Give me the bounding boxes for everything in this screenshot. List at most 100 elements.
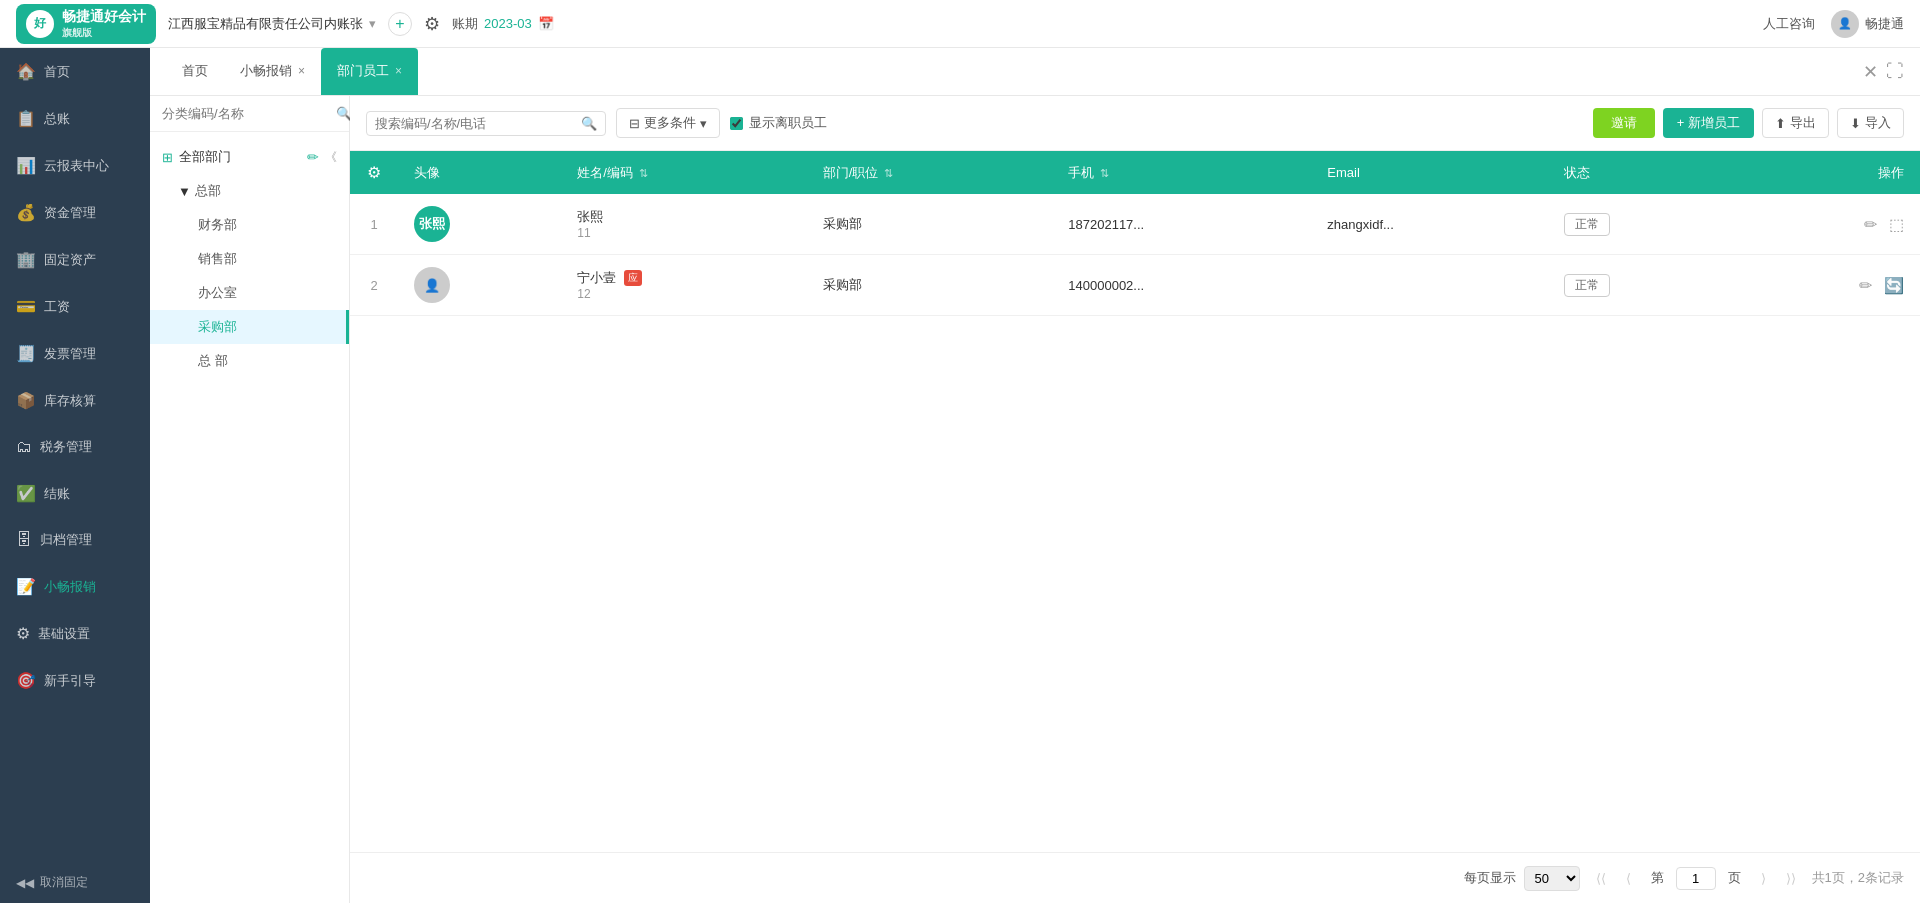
first-page-button[interactable]: ⟨⟨ — [1588, 867, 1614, 890]
delete-icon-2[interactable]: 🔄 — [1884, 276, 1904, 295]
show-resigned-checkbox-label[interactable]: 显示离职员工 — [730, 114, 827, 132]
page-input[interactable] — [1676, 867, 1716, 890]
status-badge-2: 正常 — [1564, 274, 1610, 297]
box-icon: 📦 — [16, 391, 36, 410]
status-badge-1: 正常 — [1564, 213, 1610, 236]
add-company-button[interactable]: + — [388, 12, 412, 36]
dept-collapse-icon[interactable]: 《 — [325, 149, 337, 166]
tab-home[interactable]: 首页 — [166, 48, 224, 95]
sidebar-item-xiaoexpense[interactable]: 📝 小畅报销 — [0, 563, 150, 610]
import-button[interactable]: ⬇ 导入 — [1837, 108, 1904, 138]
edit-icon-1[interactable]: ✏ — [1864, 215, 1877, 234]
th-phone[interactable]: 手机 ⇅ — [1052, 151, 1311, 194]
settings-icon[interactable]: ⚙ — [424, 13, 440, 35]
employee-search-input[interactable] — [375, 116, 575, 131]
content-area: 首页 小畅报销 × 部门员工 × ✕ ⛶ 🔍 — [150, 48, 1920, 903]
last-page-button[interactable]: ⟩⟩ — [1778, 867, 1804, 890]
logout-icon-1[interactable]: ⬚ — [1889, 215, 1904, 234]
expand-icon[interactable]: ⛶ — [1886, 61, 1904, 82]
avatar-1: 张熙 — [414, 206, 450, 242]
invoice-icon: 🧾 — [16, 344, 36, 363]
pin-icon: ◀◀ — [16, 876, 34, 890]
row-num-1: 1 — [350, 194, 398, 255]
emp-name-2: 宁小壹 — [577, 269, 616, 287]
avatar-2: 👤 — [414, 267, 450, 303]
close-window-icon[interactable]: ✕ — [1863, 61, 1878, 83]
sidebar-item-label: 归档管理 — [40, 531, 92, 549]
pagination: 每页显示 10 20 50 100 ⟨⟨ ⟨ 第 页 ⟩ ⟩⟩ — [350, 852, 1920, 903]
cancel-pin-label: 取消固定 — [40, 874, 88, 891]
dept-root-label: 全部部门 — [179, 148, 231, 166]
action-icons-2: ✏ 🔄 — [1751, 276, 1904, 295]
tab-dept-close-icon[interactable]: × — [395, 64, 402, 78]
table-row: 1 张熙 张熙 11 采购部 187202117... zh — [350, 194, 1920, 255]
tab-expense[interactable]: 小畅报销 × — [224, 48, 321, 95]
home-icon: 🏠 — [16, 62, 36, 81]
filter-label: 更多条件 — [644, 114, 696, 132]
th-email: Email — [1311, 151, 1547, 194]
sidebar-item-label: 首页 — [44, 63, 70, 81]
dept-root-all[interactable]: ⊞ 全部部门 ✏ 《 — [150, 140, 349, 174]
emp-name-1: 张熙 — [577, 208, 791, 226]
avatar-cell-1: 张熙 — [398, 194, 561, 255]
filter-icon: ⊟ — [629, 116, 640, 131]
sidebar-item-reports[interactable]: 📊 云报表中心 — [0, 142, 150, 189]
row-num-2: 2 — [350, 255, 398, 316]
th-actions: 操作 — [1735, 151, 1920, 194]
total-info: 共1页，2条记录 — [1812, 869, 1904, 887]
cancel-pin-button[interactable]: ◀◀ 取消固定 — [0, 862, 150, 903]
table-header-row: ⚙ 头像 姓名/编码 ⇅ 部门/职位 ⇅ — [350, 151, 1920, 194]
phone-cell-2: 140000002... — [1052, 255, 1311, 316]
building-icon: 🏢 — [16, 250, 36, 269]
next-page-button[interactable]: ⟩ — [1753, 867, 1774, 890]
service-label[interactable]: 人工咨询 — [1763, 15, 1815, 33]
export-button[interactable]: ⬆ 导出 — [1762, 108, 1829, 138]
sidebar-item-general[interactable]: 📋 总账 — [0, 95, 150, 142]
emp-code-2: 12 — [577, 287, 791, 301]
sidebar-item-archive[interactable]: 🗄 归档管理 — [0, 517, 150, 563]
prev-page-button[interactable]: ⟨ — [1618, 867, 1639, 890]
th-name[interactable]: 姓名/编码 ⇅ — [561, 151, 807, 194]
per-page-select[interactable]: 10 20 50 100 — [1524, 866, 1580, 891]
top-right-area: 人工咨询 👤 畅捷通 — [1763, 10, 1904, 38]
sidebar-item-tax[interactable]: 🗂 税务管理 — [0, 424, 150, 470]
sidebar-item-invoice[interactable]: 🧾 发票管理 — [0, 330, 150, 377]
period-selector[interactable]: 账期 2023-03 📅 — [452, 15, 554, 33]
dept-search-input[interactable] — [162, 106, 330, 121]
add-employee-button[interactable]: + 新增员工 — [1663, 108, 1754, 138]
invite-button[interactable]: 邀请 — [1593, 108, 1655, 138]
dept-item-purchase[interactable]: 采购部 — [150, 310, 349, 344]
more-filter-button[interactable]: ⊟ 更多条件 ▾ — [616, 108, 720, 138]
user-info[interactable]: 👤 畅捷通 — [1831, 10, 1904, 38]
sidebar-item-basic[interactable]: ⚙ 基础设置 — [0, 610, 150, 657]
company-selector[interactable]: 江西服宝精品有限责任公司内账张 ▾ — [168, 15, 376, 33]
dept-item-office[interactable]: 办公室 — [150, 276, 349, 310]
tab-dept[interactable]: 部门员工 × — [321, 48, 418, 95]
sidebar-item-funds[interactable]: 💰 资金管理 — [0, 189, 150, 236]
tab-bar: 首页 小畅报销 × 部门员工 × ✕ ⛶ — [150, 48, 1920, 96]
sidebar-item-guide[interactable]: 🎯 新手引导 — [0, 657, 150, 704]
dept-item-sales[interactable]: 销售部 — [150, 242, 349, 276]
sidebar-item-checkout[interactable]: ✅ 结账 — [0, 470, 150, 517]
sidebar-item-assets[interactable]: 🏢 固定资产 — [0, 236, 150, 283]
tab-expense-close-icon[interactable]: × — [298, 64, 305, 78]
sidebar-item-home[interactable]: 🏠 首页 — [0, 48, 150, 95]
page-unit-label: 页 — [1720, 865, 1749, 891]
column-settings-icon[interactable]: ⚙ — [366, 163, 382, 182]
th-dept[interactable]: 部门/职位 ⇅ — [807, 151, 1053, 194]
action-icons-1: ✏ ⬚ — [1751, 215, 1904, 234]
toolbar-right: 邀请 + 新增员工 ⬆ 导出 ⬇ 导入 — [1593, 108, 1904, 138]
edit-icon-2[interactable]: ✏ — [1859, 276, 1872, 295]
sidebar-item-inventory[interactable]: 📦 库存核算 — [0, 377, 150, 424]
dept-item-hq2[interactable]: 总 部 — [150, 344, 349, 378]
show-resigned-checkbox[interactable] — [730, 117, 743, 130]
dept-item-hq[interactable]: ▼ 总部 — [150, 174, 349, 208]
sidebar-item-salary[interactable]: 💳 工资 — [0, 283, 150, 330]
th-settings[interactable]: ⚙ — [350, 151, 398, 194]
import-icon: ⬇ — [1850, 116, 1861, 131]
dept-edit-icon[interactable]: ✏ — [307, 149, 319, 165]
money-icon: 💰 — [16, 203, 36, 222]
status-cell-1: 正常 — [1548, 194, 1735, 255]
dept-item-finance[interactable]: 财务部 — [150, 208, 349, 242]
name-cell-1: 张熙 11 — [561, 194, 807, 255]
